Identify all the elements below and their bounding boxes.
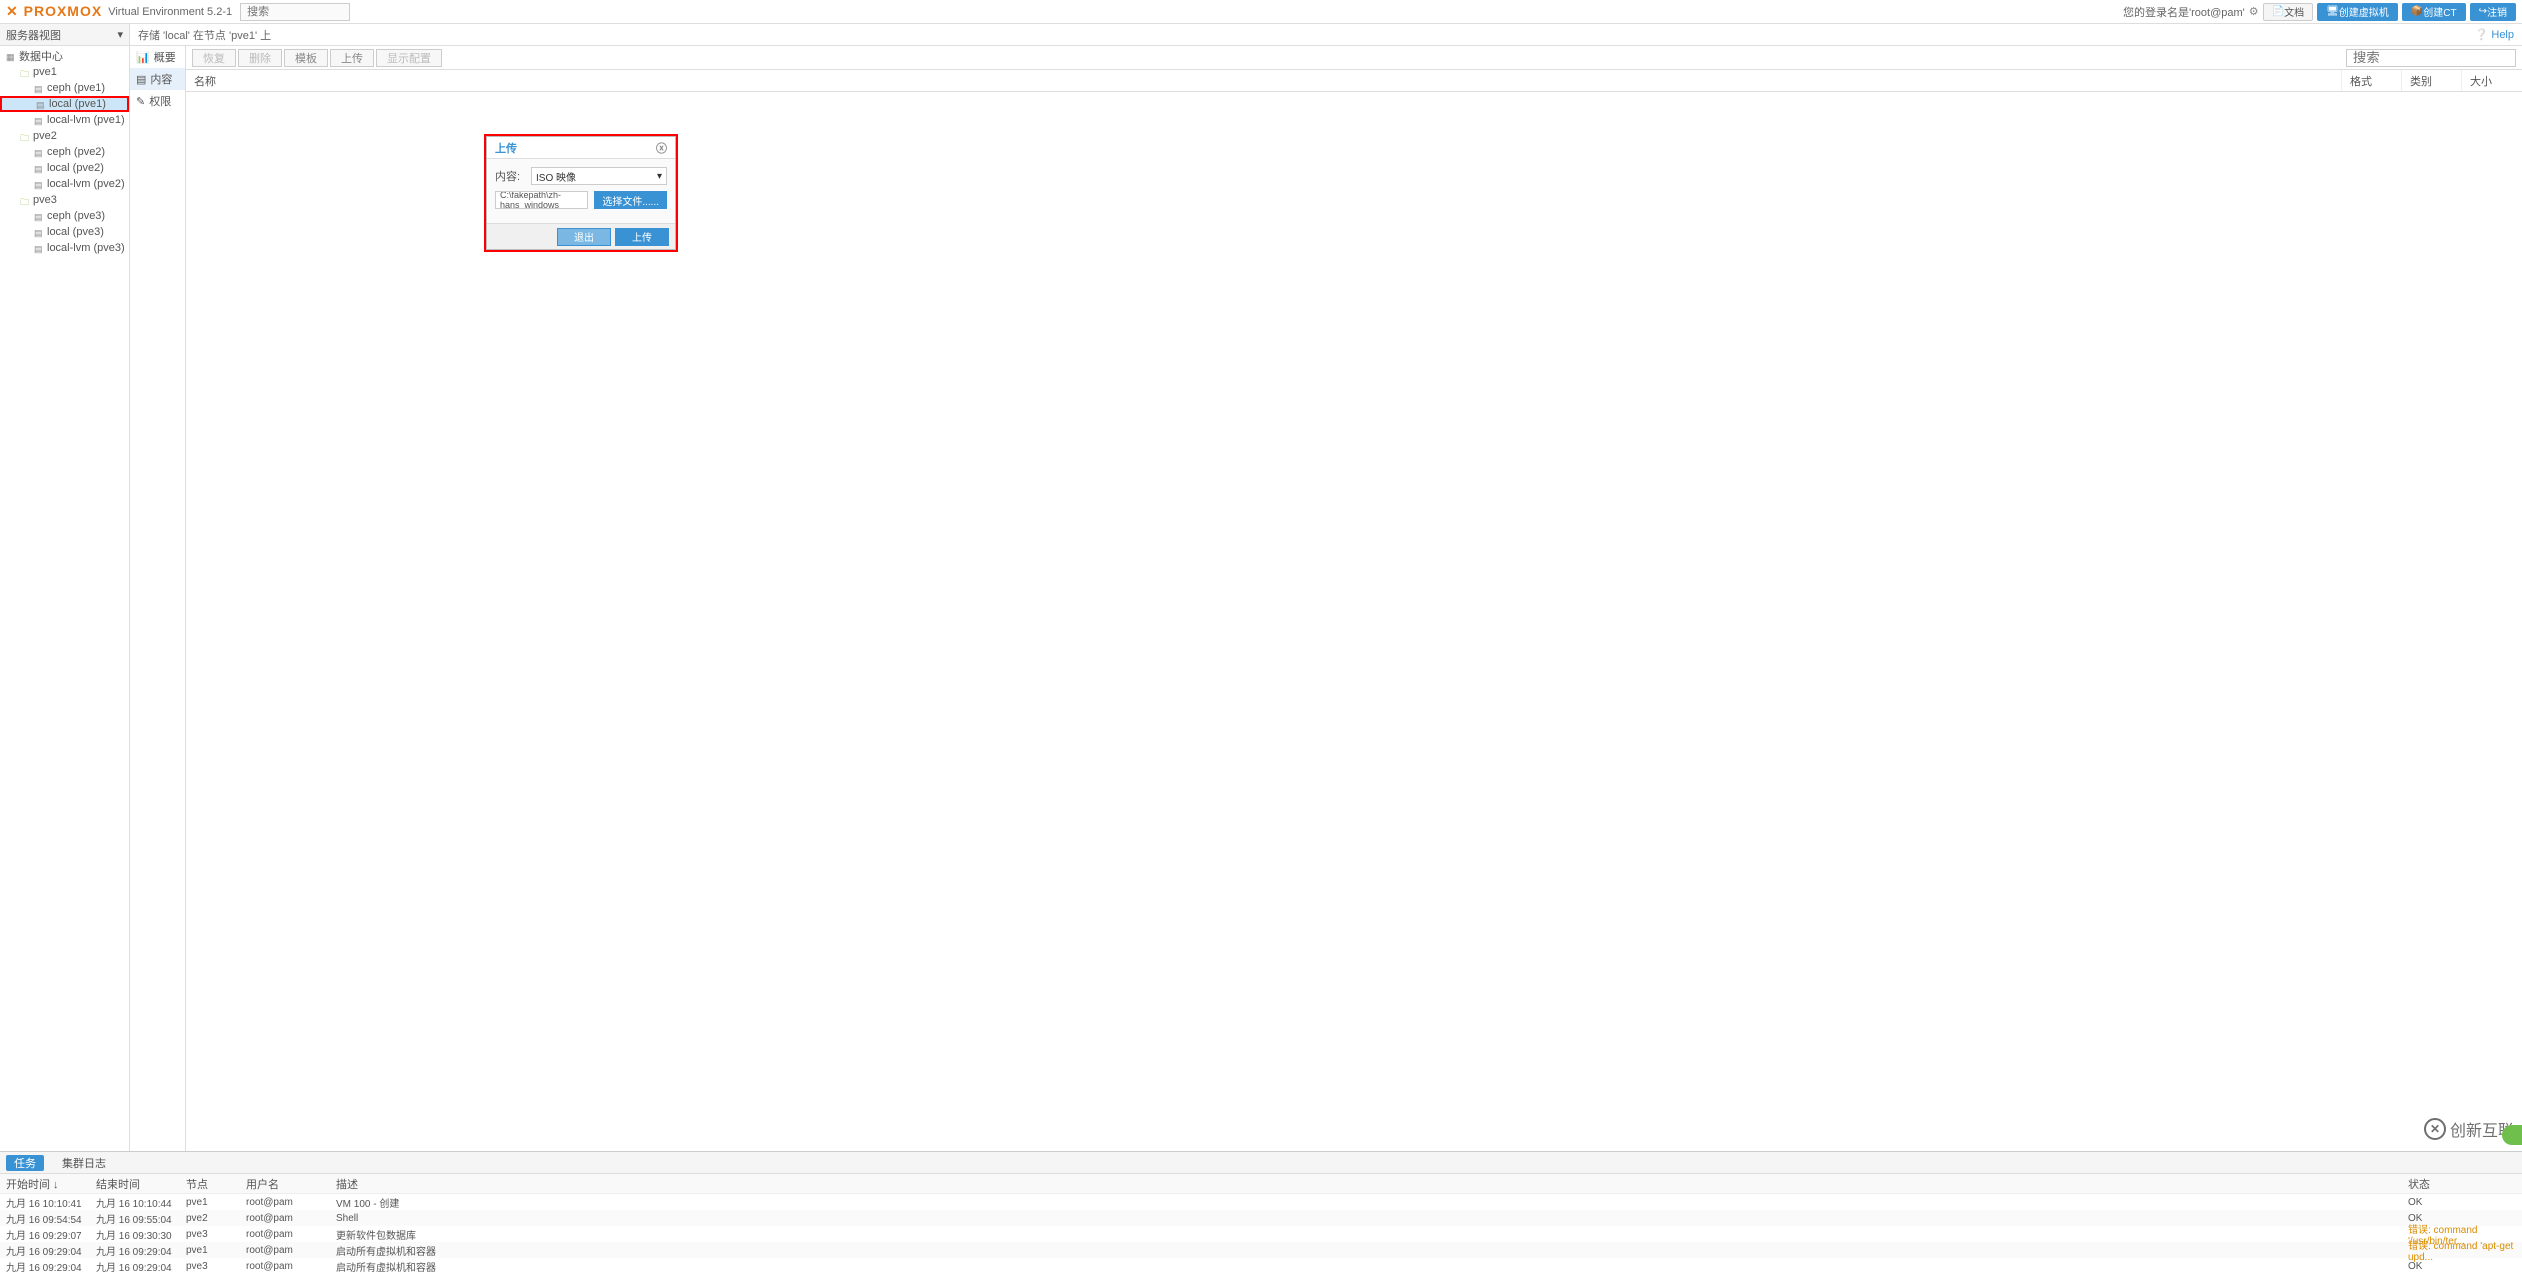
global-search-input[interactable] [240,3,350,21]
upload-button[interactable]: 上传 [330,49,374,67]
node-icon [20,131,30,141]
content-label: 内容: [495,168,525,184]
col-format[interactable]: 格式 [2342,70,2402,91]
log-row[interactable]: 九月 16 10:10:41九月 16 10:10:44pve1root@pam… [0,1194,2522,1210]
col-desc[interactable]: 描述 [330,1174,2402,1193]
upload-dialog-highlight: 上传 ⓧ 内容: ISO 映像 ▾ C:\fakepath\zh-hans_wi… [484,134,678,252]
storage-icon [34,227,44,237]
dialog-cancel-button[interactable]: 退出 [557,228,611,246]
tree-storage-locallvm-pve2[interactable]: local-lvm (pve2) [0,176,129,192]
storage-icon [34,147,44,157]
sidebar: 服务器视图 ▾ 数据中心 pve1 ceph (pve1) local (pve… [0,24,130,1151]
dialog-upload-button[interactable]: 上传 [615,228,669,246]
vertical-tabs: 📊概要 ▤内容 ✎权限 [130,46,186,1151]
log-row[interactable]: 九月 16 09:29:04九月 16 09:29:04pve1root@pam… [0,1242,2522,1258]
upload-dialog: 上传 ⓧ 内容: ISO 映像 ▾ C:\fakepath\zh-hans_wi… [486,136,676,250]
tree-storage-ceph-pve2[interactable]: ceph (pve2) [0,144,129,160]
tree-storage-local-pve2[interactable]: local (pve2) [0,160,129,176]
storage-icon [34,83,44,93]
logout-button[interactable]: ↪ 注销 [2470,3,2516,21]
tree-storage-locallvm-pve1[interactable]: local-lvm (pve1) [0,112,129,128]
col-status[interactable]: 状态 [2402,1174,2522,1193]
content-icon: ▤ [136,73,146,86]
content-toolbar: 恢复 删除 模板 上传 显示配置 [186,46,2522,70]
tree-storage-ceph-pve3[interactable]: ceph (pve3) [0,208,129,224]
col-size[interactable]: 大小 [2462,70,2522,91]
storage-icon [34,163,44,173]
summary-icon: 📊 [136,51,150,64]
file-path-field[interactable]: C:\fakepath\zh-hans_windows [495,191,588,209]
main-area: 服务器视图 ▾ 数据中心 pve1 ceph (pve1) local (pve… [0,24,2522,1151]
tab-permissions[interactable]: ✎权限 [130,90,185,112]
log-panel: 任务 集群日志 开始时间 ↓ 结束时间 节点 用户名 描述 状态 九月 16 1… [0,1151,2522,1281]
tab-tasks[interactable]: 任务 [6,1155,44,1171]
help-button[interactable]: ❔ Help [2475,28,2514,41]
tab-content[interactable]: ▤内容 [130,68,185,90]
gear-icon[interactable]: ⚙ [2249,5,2259,18]
chat-bubble-icon[interactable] [2502,1125,2522,1145]
create-ct-button[interactable]: 📦 创建CT [2402,3,2466,21]
storage-icon [34,179,44,189]
sidebar-title[interactable]: 服务器视图 ▾ [0,24,129,46]
log-row[interactable]: 九月 16 09:54:54九月 16 09:55:04pve2root@pam… [0,1210,2522,1226]
node-icon [20,67,30,77]
col-name[interactable]: 名称 [186,70,2342,91]
delete-button[interactable]: 删除 [238,49,282,67]
datacenter-icon [6,51,16,61]
tree-storage-ceph-pve1[interactable]: ceph (pve1) [0,80,129,96]
template-button[interactable]: 模板 [284,49,328,67]
log-row[interactable]: 九月 16 09:29:07九月 16 09:30:30pve3root@pam… [0,1226,2522,1242]
log-body: 九月 16 10:10:41九月 16 10:10:44pve1root@pam… [0,1194,2522,1281]
tab-cluster-log[interactable]: 集群日志 [54,1155,114,1171]
create-vm-button[interactable]: 🖥 创建虚拟机 [2317,3,2398,21]
col-type[interactable]: 类别 [2402,70,2462,91]
node-icon [20,195,30,205]
tree-node-pve3[interactable]: pve3 [0,192,129,208]
close-icon[interactable]: ⓧ [656,140,667,156]
storage-icon [36,99,46,109]
storage-icon [34,243,44,253]
tree-datacenter[interactable]: 数据中心 [0,48,129,64]
logo: ✕ PROXMOX [6,3,102,20]
col-user[interactable]: 用户名 [240,1174,330,1193]
tab-summary[interactable]: 📊概要 [130,46,185,68]
col-end-time[interactable]: 结束时间 [90,1174,180,1193]
content-search-input[interactable] [2346,49,2516,67]
dialog-titlebar[interactable]: 上传 ⓧ [487,137,675,159]
tree-storage-local-pve3[interactable]: local (pve3) [0,224,129,240]
content-select[interactable]: ISO 映像 ▾ [531,167,667,185]
log-header: 开始时间 ↓ 结束时间 节点 用户名 描述 状态 [0,1174,2522,1194]
tree-storage-local-pve1[interactable]: local (pve1) [0,96,129,112]
choose-file-button[interactable]: 选择文件...... [594,191,667,209]
tree-storage-locallvm-pve3[interactable]: local-lvm (pve3) [0,240,129,256]
chevron-down-icon: ▾ [657,171,662,182]
showconfig-button[interactable]: 显示配置 [376,49,442,67]
col-node[interactable]: 节点 [180,1174,240,1193]
server-tree: 数据中心 pve1 ceph (pve1) local (pve1) local… [0,46,129,1151]
restore-button[interactable]: 恢复 [192,49,236,67]
log-tabs: 任务 集群日志 [0,1152,2522,1174]
storage-icon [34,115,44,125]
storage-icon [34,211,44,221]
content-panel: 存储 'local' 在节点 'pve1' 上 ❔ Help 📊概要 ▤内容 ✎… [130,24,2522,1151]
grid-header: 名称 格式 类别 大小 [186,70,2522,92]
top-bar: ✕ PROXMOX Virtual Environment 5.2-1 您的登录… [0,0,2522,24]
doc-button[interactable]: 📄 文档 [2263,3,2313,21]
permissions-icon: ✎ [136,95,145,108]
login-label: 您的登录名是'root@pam' [2123,4,2245,20]
version-text: Virtual Environment 5.2-1 [108,6,232,18]
col-start-time[interactable]: 开始时间 ↓ [0,1174,90,1193]
breadcrumb: 存储 'local' 在节点 'pve1' 上 ❔ Help [130,24,2522,46]
log-row[interactable]: 九月 16 09:29:04九月 16 09:29:04pve3root@pam… [0,1258,2522,1274]
tree-node-pve2[interactable]: pve2 [0,128,129,144]
tree-node-pve1[interactable]: pve1 [0,64,129,80]
